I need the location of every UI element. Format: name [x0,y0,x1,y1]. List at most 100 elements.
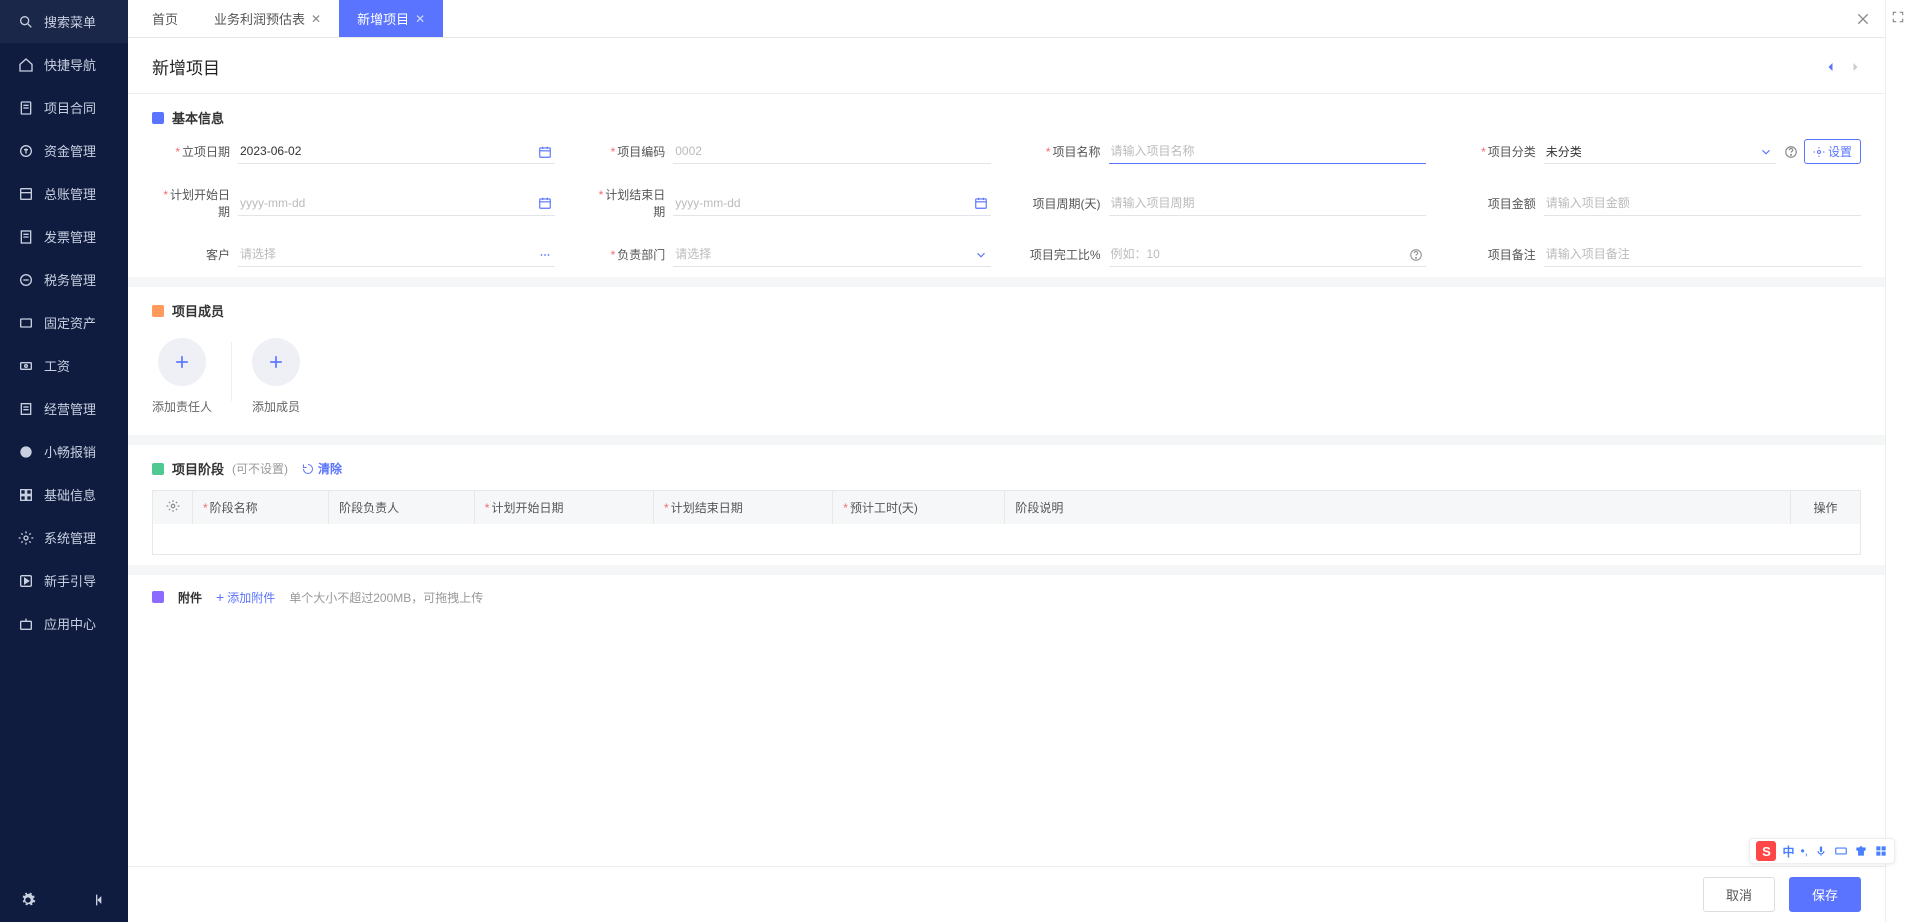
ime-logo-icon: S [1756,841,1776,861]
sidebar-item-label: 小畅报销 [44,442,96,461]
col-action: 操作 [1791,491,1861,525]
label-remark: 项目备注 [1458,246,1536,263]
asset-icon [18,315,34,331]
btn-category-set[interactable]: 设置 [1804,139,1861,164]
page-nav [1825,61,1861,73]
table-row-empty [153,524,1861,554]
sidebar-item-expense[interactable]: 小畅报销 [0,430,128,473]
sidebar-item-system[interactable]: 系统管理 [0,516,128,559]
sidebar-item-biz[interactable]: 经营管理 [0,387,128,430]
sidebar-item-label: 资金管理 [44,141,96,160]
input-customer[interactable] [238,242,555,267]
ime-toolbox-icon[interactable] [1874,844,1888,858]
close-icon[interactable]: ✕ [311,12,321,26]
label-name: *项目名称 [1023,143,1101,160]
section-basic-icon [152,112,164,124]
sidebar-item-label: 总账管理 [44,184,96,203]
bag-icon [18,143,34,159]
sidebar-item-guide[interactable]: 新手引导 [0,559,128,602]
section-phases-icon [152,463,164,475]
ime-punct-icon[interactable]: •, [1800,844,1808,858]
sidebar-item-ledger[interactable]: 总账管理 [0,172,128,215]
tab-label: 业务利润预估表 [214,9,305,28]
input-date[interactable] [238,139,555,164]
ime-skin-icon[interactable] [1854,844,1868,858]
sidebar-item-label: 项目合同 [44,98,96,117]
close-all-icon[interactable] [1855,11,1871,27]
tab-profit[interactable]: 业务利润预估表 ✕ [196,0,339,37]
divider [128,435,1885,445]
col-hours: *预计工时(天) [833,491,1005,525]
close-icon[interactable]: ✕ [415,12,425,26]
next-icon[interactable] [1849,61,1861,73]
input-plan-start[interactable] [238,191,555,216]
add-attachment-button[interactable]: + 添加附件 [216,589,275,606]
sidebar-item-label: 应用中心 [44,614,96,633]
sidebar-item-quicknav[interactable]: 快捷导航 [0,43,128,86]
add-owner-button[interactable] [158,338,206,386]
field-progress: 项目完工比% [1023,242,1426,267]
field-category: *项目分类 设置 [1458,139,1861,164]
book-icon [18,186,34,202]
section-attach-icon [152,591,164,603]
help-icon[interactable] [1784,145,1798,159]
save-button[interactable]: 保存 [1789,877,1861,912]
col-name: *阶段名称 [193,491,329,525]
phases-clear-button[interactable]: 清除 [302,460,342,477]
sidebar-item-tax[interactable]: 税务管理 [0,258,128,301]
field-amount: 项目金额 [1458,186,1861,220]
attach-hint: 单个大小不超过200MB，可拖拽上传 [289,589,483,606]
field-code: *项目编码 [587,139,990,164]
tab-label: 新增项目 [357,9,409,28]
sidebar-item-invoice[interactable]: 发票管理 [0,215,128,258]
footer: 取消 保存 [128,866,1885,922]
input-plan-end[interactable] [673,191,990,216]
tab-new-project[interactable]: 新增项目 ✕ [339,0,443,37]
cancel-button[interactable]: 取消 [1703,877,1775,912]
ime-keyboard-icon[interactable] [1834,844,1848,858]
input-category[interactable] [1544,139,1776,164]
col-gear[interactable] [153,491,193,525]
sidebar-item-label: 系统管理 [44,528,96,547]
sidebar-item-base[interactable]: 基础信息 [0,473,128,516]
sidebar-search-label: 搜索菜单 [44,12,96,31]
field-plan-end: *计划结束日期 [587,186,990,220]
divider [128,565,1885,575]
sidebar-search[interactable]: 搜索菜单 [0,0,128,43]
label-period: 项目周期(天) [1023,195,1101,212]
ime-lang[interactable]: 中 [1782,843,1794,860]
section-phases-optional: (可不设置) [232,460,288,477]
input-remark[interactable] [1544,242,1861,267]
collapse-icon[interactable] [92,892,108,908]
input-code[interactable] [673,139,990,164]
fullscreen-icon[interactable] [1891,10,1905,24]
gear-icon[interactable] [20,892,36,908]
input-name[interactable] [1109,139,1426,164]
section-attach-title: 附件 [178,589,202,606]
input-progress[interactable] [1109,242,1426,267]
sidebar-item-asset[interactable]: 固定资产 [0,301,128,344]
search-icon [18,14,34,30]
label-dept: *负责部门 [587,246,665,263]
add-owner-col: 添加责任人 [152,338,212,415]
sidebar-item-apps[interactable]: 应用中心 [0,602,128,645]
prev-icon[interactable] [1825,61,1837,73]
ime-mic-icon[interactable] [1814,844,1828,858]
add-member-button[interactable] [252,338,300,386]
col-end: *计划结束日期 [654,491,833,525]
sidebar-item-funds[interactable]: 资金管理 [0,129,128,172]
sidebar-item-salary[interactable]: 工资 [0,344,128,387]
right-strip [1885,0,1909,922]
sidebar-item-contract[interactable]: 项目合同 [0,86,128,129]
label-plan-end: *计划结束日期 [587,186,665,220]
sidebar-item-label: 税务管理 [44,270,96,289]
tab-home[interactable]: 首页 [134,0,196,37]
ime-bar[interactable]: S 中 •, [1749,838,1895,864]
input-period[interactable] [1109,191,1426,216]
input-amount[interactable] [1544,191,1861,216]
label-code: *项目编码 [587,143,665,160]
sidebar-item-label: 基础信息 [44,485,96,504]
guide-icon [18,573,34,589]
col-desc: 阶段说明 [1005,491,1791,525]
input-dept[interactable] [673,242,990,267]
